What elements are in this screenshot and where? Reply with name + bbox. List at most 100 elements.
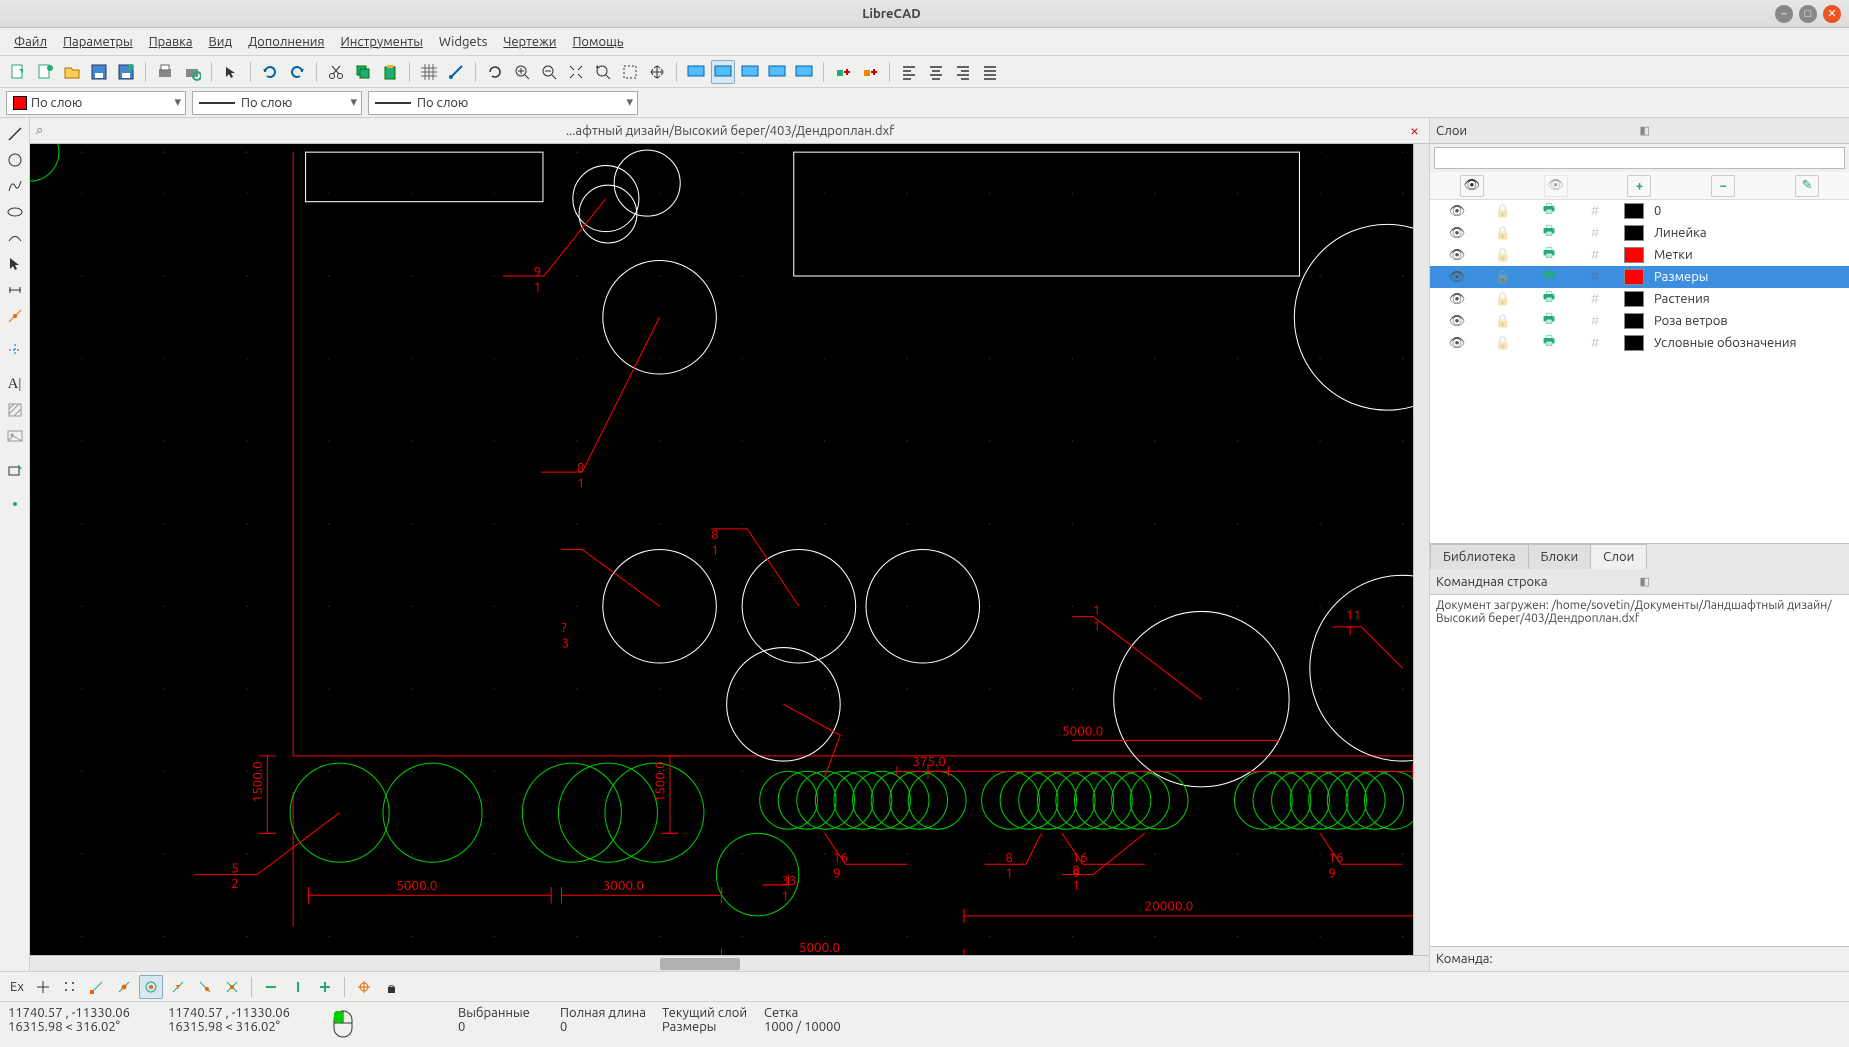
lock-icon[interactable]: 🔒: [1480, 204, 1526, 219]
layer-color-swatch[interactable]: [1624, 269, 1644, 285]
tab-layers[interactable]: Слои: [1590, 544, 1647, 569]
menu-widgets[interactable]: Widgets: [431, 31, 495, 53]
restrict-ortho-icon[interactable]: [313, 975, 337, 999]
print-icon[interactable]: 🖶: [1526, 244, 1572, 266]
print-icon[interactable]: 🖶: [1526, 222, 1572, 244]
screen3-icon[interactable]: [738, 60, 762, 84]
document-close-icon[interactable]: ×: [1406, 122, 1423, 140]
eye-icon[interactable]: 👁: [1434, 314, 1480, 329]
layer-row[interactable]: 👁🔒🖶#Линейка: [1430, 222, 1849, 244]
layer-filter-input[interactable]: [1434, 147, 1845, 169]
menu-tools[interactable]: Инструменты: [332, 31, 430, 53]
circle-tool-icon[interactable]: [3, 148, 27, 172]
snap-inter-icon[interactable]: [220, 975, 244, 999]
layer-color-swatch[interactable]: [1624, 203, 1644, 219]
add-node-icon[interactable]: [831, 60, 855, 84]
construction-icon[interactable]: #: [1572, 292, 1618, 306]
pin-icon[interactable]: ◧: [1640, 575, 1844, 588]
layer-color-swatch[interactable]: [1624, 291, 1644, 307]
layer-row[interactable]: 👁🔒🖶#Растения: [1430, 288, 1849, 310]
minimize-button[interactable]: –: [1775, 5, 1793, 23]
zoom-out-icon[interactable]: [537, 60, 561, 84]
drawing-canvas[interactable]: 91 81 81 ?3 11 111 52 169 331 169 81 81: [30, 144, 1413, 955]
menu-view[interactable]: Вид: [201, 31, 241, 53]
dimension-tool-icon[interactable]: [3, 278, 27, 302]
color-dropdown[interactable]: По слою: [6, 91, 186, 115]
eye-icon[interactable]: 👁: [1434, 226, 1480, 241]
construction-icon[interactable]: #: [1572, 336, 1618, 350]
image-tool-icon[interactable]: [3, 424, 27, 448]
hide-all-icon[interactable]: 👁: [1544, 175, 1568, 197]
pin-icon[interactable]: ◧: [1640, 124, 1844, 137]
construction-icon[interactable]: #: [1572, 314, 1618, 328]
horizontal-scrollbar[interactable]: [30, 955, 1429, 971]
modify-tool-icon[interactable]: [3, 304, 27, 328]
layer-row[interactable]: 👁🔒🖶#Условные обозначения: [1430, 332, 1849, 354]
zoom-pan-icon[interactable]: [645, 60, 669, 84]
layer-row[interactable]: 👁🔒🖶#Метки: [1430, 244, 1849, 266]
eye-icon[interactable]: 👁: [1434, 204, 1480, 219]
zoom-auto-icon[interactable]: [564, 60, 588, 84]
align-right-icon[interactable]: [951, 60, 975, 84]
screen5-icon[interactable]: [792, 60, 816, 84]
eye-icon[interactable]: 👁: [1434, 270, 1480, 285]
menu-help[interactable]: Помощь: [564, 31, 631, 53]
ellipse-tool-icon[interactable]: [3, 200, 27, 224]
print-icon[interactable]: 🖶: [1526, 310, 1572, 332]
zoom-prev-icon[interactable]: [591, 60, 615, 84]
paste-icon[interactable]: [378, 60, 402, 84]
zoom-window-icon[interactable]: [618, 60, 642, 84]
line-tool-icon[interactable]: [3, 122, 27, 146]
restrict-v-icon[interactable]: [286, 975, 310, 999]
new-file-icon[interactable]: [6, 60, 30, 84]
add-node2-icon[interactable]: [858, 60, 882, 84]
layer-row[interactable]: 👁🔒🖶#0: [1430, 200, 1849, 222]
screen1-icon[interactable]: [684, 60, 708, 84]
new-template-icon[interactable]: [33, 60, 57, 84]
eye-icon[interactable]: 👁: [1434, 292, 1480, 307]
copy-icon[interactable]: [351, 60, 375, 84]
undo-icon[interactable]: [258, 60, 282, 84]
search-icon[interactable]: ⌕: [36, 123, 54, 138]
lock-icon[interactable]: 🔒: [1480, 314, 1526, 329]
tab-blocks[interactable]: Блоки: [1528, 544, 1592, 569]
snap-grid-icon[interactable]: [58, 975, 82, 999]
open-file-icon[interactable]: [60, 60, 84, 84]
print-preview-icon[interactable]: [180, 60, 204, 84]
close-button[interactable]: ✕: [1823, 5, 1841, 23]
print-icon[interactable]: 🖶: [1526, 288, 1572, 310]
polyline-tool-icon[interactable]: [3, 226, 27, 250]
menu-edit[interactable]: Правка: [141, 31, 201, 53]
vertical-scrollbar[interactable]: [1413, 144, 1429, 955]
grid-icon[interactable]: [417, 60, 441, 84]
linewidth-dropdown[interactable]: По слою: [192, 91, 362, 115]
menu-params[interactable]: Параметры: [55, 31, 141, 53]
remove-layer-icon[interactable]: −: [1711, 175, 1735, 197]
print-icon[interactable]: 🖶: [1526, 266, 1572, 288]
snap-dist-icon[interactable]: [193, 975, 217, 999]
eye-icon[interactable]: 👁: [1434, 336, 1480, 351]
print-icon[interactable]: 🖶: [1526, 200, 1572, 222]
draft-icon[interactable]: [444, 60, 468, 84]
save-icon[interactable]: [87, 60, 111, 84]
cut-icon[interactable]: [324, 60, 348, 84]
layer-color-swatch[interactable]: [1624, 247, 1644, 263]
layer-color-swatch[interactable]: [1624, 335, 1644, 351]
text-tool-icon[interactable]: A|: [3, 372, 27, 396]
point-tool-icon[interactable]: [3, 492, 27, 516]
align-justify-icon[interactable]: [978, 60, 1002, 84]
info-tool-icon[interactable]: [3, 338, 27, 362]
show-all-icon[interactable]: 👁: [1460, 175, 1484, 197]
hatch-tool-icon[interactable]: [3, 398, 27, 422]
snap-entity-icon[interactable]: [112, 975, 136, 999]
block-tool-icon[interactable]: [3, 458, 27, 482]
lock-icon[interactable]: 🔒: [1480, 270, 1526, 285]
redo-icon[interactable]: [285, 60, 309, 84]
menu-file[interactable]: Файл: [6, 31, 55, 53]
snap-end-icon[interactable]: [85, 975, 109, 999]
align-center-icon[interactable]: [924, 60, 948, 84]
menu-drawings[interactable]: Чертежи: [495, 31, 564, 53]
select-tool-icon[interactable]: [3, 252, 27, 276]
snap-mid-icon[interactable]: [166, 975, 190, 999]
construction-icon[interactable]: #: [1572, 226, 1618, 240]
